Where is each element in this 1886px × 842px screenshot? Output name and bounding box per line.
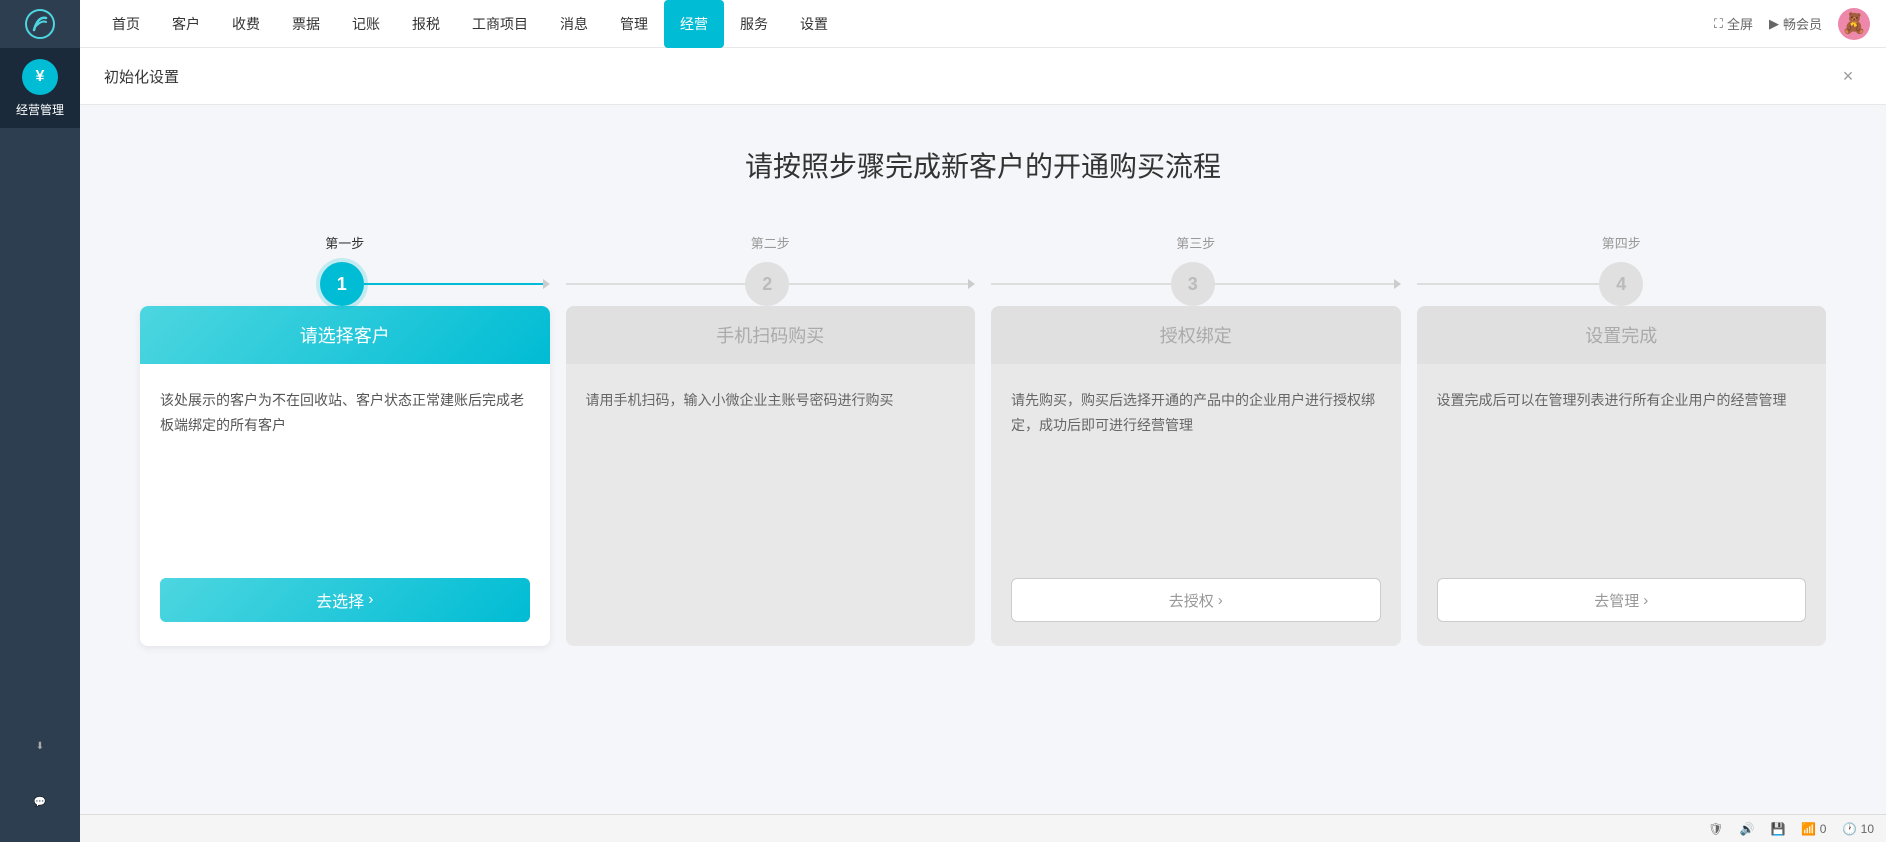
card-1-title: 请选择客户 xyxy=(300,326,390,346)
sidebar-support[interactable]: 💬 xyxy=(16,778,64,826)
step-1-circle: 1 xyxy=(320,262,364,306)
card-2-body: 请用手机扫码，输入小微企业主账号密码进行购买 xyxy=(566,364,976,606)
nav-business[interactable]: 工商项目 xyxy=(456,0,544,48)
step-3-header: 第三步 3 xyxy=(991,233,1401,306)
nav-customer[interactable]: 客户 xyxy=(156,0,216,48)
vip-icon: ▶ xyxy=(1769,16,1779,32)
nav-manage[interactable]: 管理 xyxy=(604,0,664,48)
sidebar-item-label: 经营管理 xyxy=(16,101,64,118)
page-header: 初始化设置 × xyxy=(80,48,1886,105)
card-1-btn-label: 去选择 xyxy=(316,588,364,612)
nav-accounting[interactable]: 记账 xyxy=(336,0,396,48)
fullscreen-label: 全屏 xyxy=(1727,14,1753,33)
close-icon: × xyxy=(1843,66,1854,87)
vip-label: 畅会员 xyxy=(1783,14,1822,33)
steps-title: 请按照步骤完成新客户的开通购买流程 xyxy=(140,145,1826,185)
save-icon: 💾 xyxy=(1770,822,1785,836)
step-4-header: 第四步 4 xyxy=(1417,233,1827,306)
card-2-text: 请用手机扫码，输入小微企业主账号密码进行购买 xyxy=(586,392,894,408)
step-4-label: 第四步 xyxy=(1602,233,1641,252)
card-3-title: 授权绑定 xyxy=(1160,326,1232,346)
step-3-label: 第三步 xyxy=(1176,233,1215,252)
download-icon: ⬇ xyxy=(36,741,44,752)
card-4-header: 设置完成 xyxy=(1417,306,1827,364)
card-4-button[interactable]: 去管理 › xyxy=(1437,578,1807,622)
fullscreen-btn[interactable]: ⛶ 全屏 xyxy=(1714,14,1753,33)
step-card-1: 请选择客户 该处展示的客户为不在回收站、客户状态正常建账后完成老板端绑定的所有客… xyxy=(140,306,550,646)
network-status: 📶 0 xyxy=(1801,822,1826,836)
nav-operation[interactable]: 经营 xyxy=(664,0,724,48)
nav-invoice[interactable]: 票据 xyxy=(276,0,336,48)
nav-message[interactable]: 消息 xyxy=(544,0,604,48)
step-4-circle: 4 xyxy=(1599,262,1643,306)
card-2-footer xyxy=(566,606,976,646)
card-4-text: 设置完成后可以在管理列表进行所有企业用户的经营管理 xyxy=(1437,392,1787,408)
page-title: 初始化设置 xyxy=(104,66,179,87)
cards-row: 请选择客户 该处展示的客户为不在回收站、客户状态正常建账后完成老板端绑定的所有客… xyxy=(140,306,1826,646)
shield-icon: 🛡 xyxy=(1708,822,1723,836)
card-1-header: 请选择客户 xyxy=(140,306,550,364)
step-3-circle: 3 xyxy=(1171,262,1215,306)
card-1-text: 该处展示的客户为不在回收站、客户状态正常建账后完成老板端绑定的所有客户 xyxy=(160,392,524,433)
nav-service[interactable]: 服务 xyxy=(724,0,784,48)
card-1-body: 该处展示的客户为不在回收站、客户状态正常建账后完成老板端绑定的所有客户 xyxy=(140,364,550,562)
main-content: 初始化设置 × 请按照步骤完成新客户的开通购买流程 第一步 1 第二步 xyxy=(80,48,1886,814)
step-1-header: 第一步 1 xyxy=(140,233,550,306)
card-3-button[interactable]: 去授权 › xyxy=(1011,578,1381,622)
close-button[interactable]: × xyxy=(1834,62,1862,90)
fullscreen-icon: ⛶ xyxy=(1714,16,1723,32)
nav-tax[interactable]: 报税 xyxy=(396,0,456,48)
step-2-header: 第二步 2 xyxy=(566,233,976,306)
card-3-btn-label: 去授权 xyxy=(1169,590,1214,611)
nav-home[interactable]: 首页 xyxy=(96,0,156,48)
card-3-body: 请先购买，购买后选择开通的产品中的企业用户进行授权绑定，成功后即可进行经营管理 xyxy=(991,364,1401,562)
step-card-2: 手机扫码购买 请用手机扫码，输入小微企业主账号密码进行购买 xyxy=(566,306,976,646)
step-card-4: 设置完成 设置完成后可以在管理列表进行所有企业用户的经营管理 去管理 › xyxy=(1417,306,1827,646)
card-1-footer: 去选择 › xyxy=(140,562,550,646)
nav-billing[interactable]: 收费 xyxy=(216,0,276,48)
nav-right-area: ⛶ 全屏 ▶ 畅会员 🧸 xyxy=(1714,8,1870,40)
card-2-title: 手机扫码购买 xyxy=(716,326,824,346)
support-icon: 💬 xyxy=(34,797,46,808)
step-2-label: 第二步 xyxy=(751,233,790,252)
volume-icon: 🔊 xyxy=(1740,822,1755,836)
nav-settings[interactable]: 设置 xyxy=(784,0,844,48)
step-2-circle: 2 xyxy=(745,262,789,306)
clock: 🕐 10 xyxy=(1842,822,1874,836)
avatar[interactable]: 🧸 xyxy=(1838,8,1870,40)
status-bar: ▶ 完成 🛡 🔊 💾 📶 0 🕐 10 xyxy=(0,814,1886,842)
card-4-body: 设置完成后可以在管理列表进行所有企业用户的经营管理 xyxy=(1417,364,1827,562)
card-4-footer: 去管理 › xyxy=(1417,562,1827,646)
card-1-button[interactable]: 去选择 › xyxy=(160,578,530,622)
management-icon: ¥ xyxy=(22,59,58,95)
card-3-btn-arrow: › xyxy=(1218,592,1223,609)
status-right: 🛡 🔊 💾 📶 0 🕐 10 xyxy=(1708,822,1874,836)
card-4-btn-arrow: › xyxy=(1643,592,1648,609)
step-card-3: 授权绑定 请先购买，购买后选择开通的产品中的企业用户进行授权绑定，成功后即可进行… xyxy=(991,306,1401,646)
card-2-header: 手机扫码购买 xyxy=(566,306,976,364)
vip-btn[interactable]: ▶ 畅会员 xyxy=(1769,14,1822,33)
sidebar-download[interactable]: ⬇ xyxy=(16,722,64,770)
card-3-header: 授权绑定 xyxy=(991,306,1401,364)
card-4-btn-label: 去管理 xyxy=(1594,590,1639,611)
sidebar: ¥ 经营管理 ⬇ 💬 xyxy=(0,0,80,842)
sidebar-bottom: ⬇ 💬 xyxy=(16,722,64,842)
card-3-footer: 去授权 › xyxy=(991,562,1401,646)
steps-content: 请按照步骤完成新客户的开通购买流程 第一步 1 第二步 2 xyxy=(80,105,1886,686)
card-3-text: 请先购买，购买后选择开通的产品中的企业用户进行授权绑定，成功后即可进行经营管理 xyxy=(1011,392,1375,433)
top-nav: 首页 客户 收费 票据 记账 报税 工商项目 消息 管理 经营 服务 设置 ⛶ … xyxy=(80,0,1886,48)
sidebar-logo xyxy=(0,0,80,48)
card-4-title: 设置完成 xyxy=(1585,326,1657,346)
step-1-label: 第一步 xyxy=(325,233,364,252)
card-1-btn-arrow: › xyxy=(368,591,373,609)
sidebar-item-management[interactable]: ¥ 经营管理 xyxy=(0,48,80,128)
